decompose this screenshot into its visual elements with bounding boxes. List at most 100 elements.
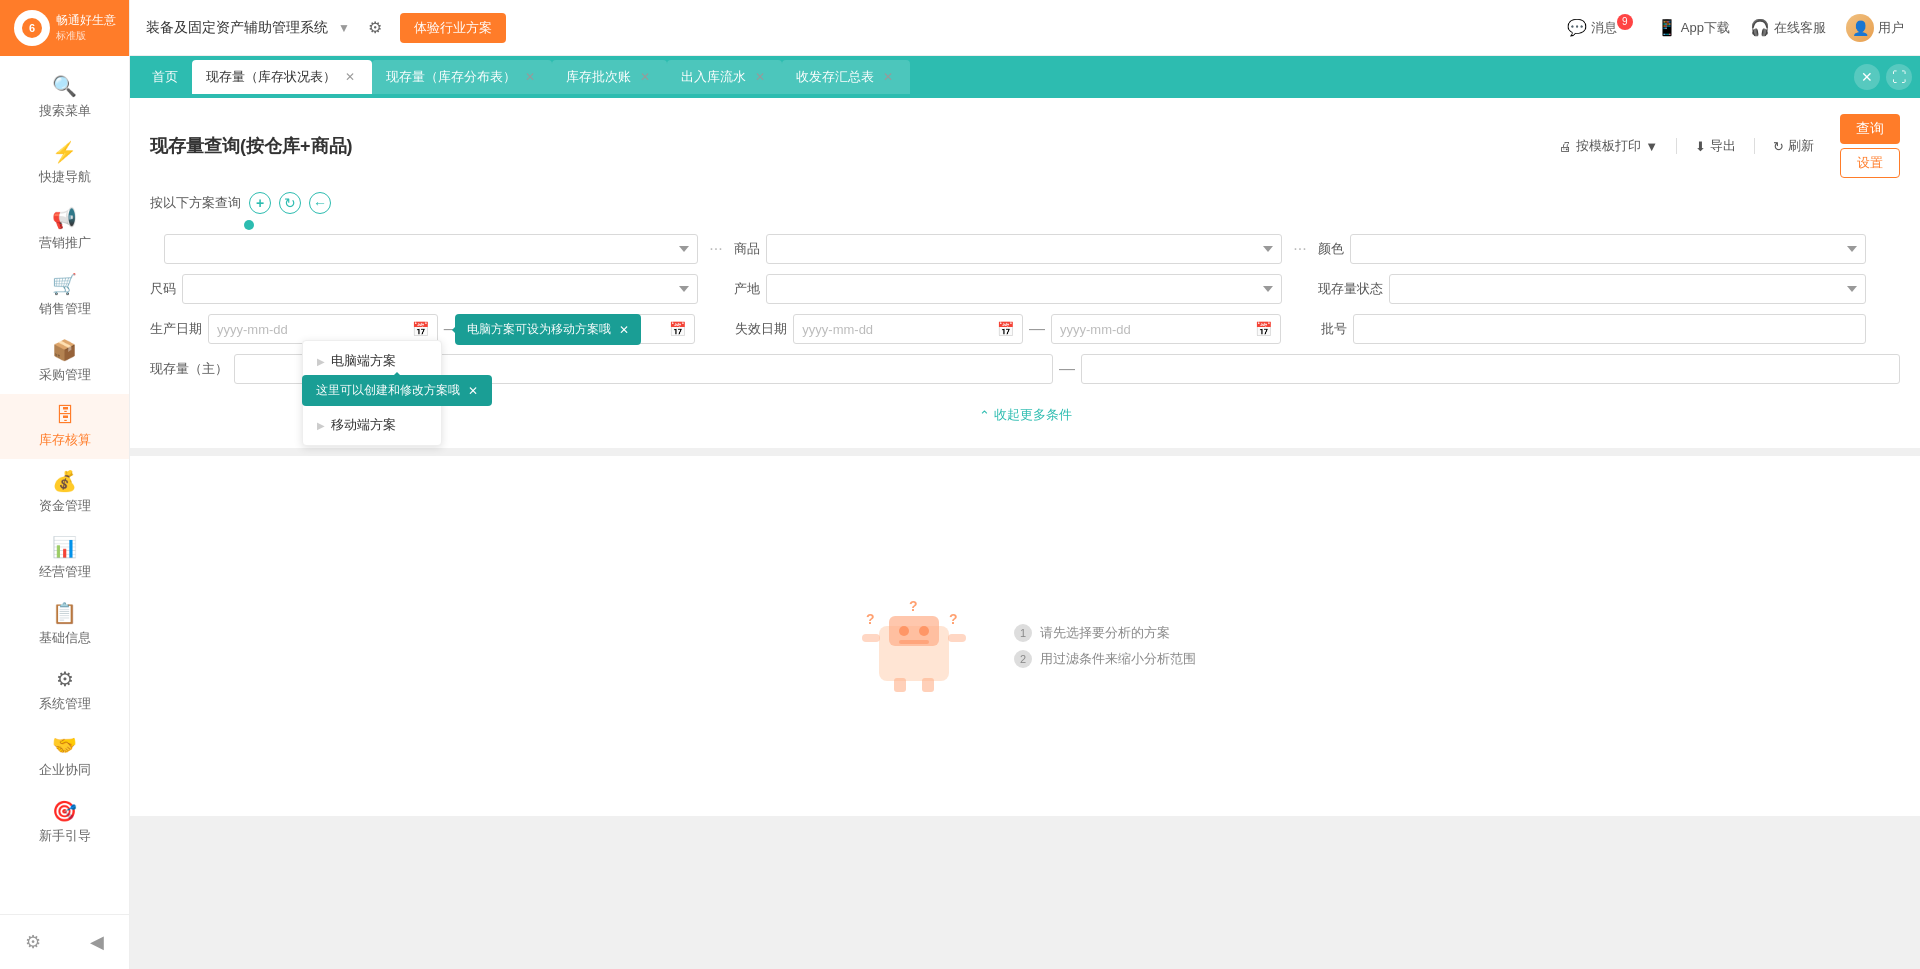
action-divider-1 bbox=[1676, 138, 1677, 154]
sales-icon: 🛒 bbox=[52, 272, 77, 296]
sidebar-item-search[interactable]: 🔍 搜索菜单 bbox=[0, 64, 129, 130]
tab-batch-account[interactable]: 库存批次账 ✕ bbox=[552, 60, 667, 94]
collapse-button[interactable]: ⌃ 收起更多条件 bbox=[979, 406, 1072, 424]
tooltip-create-scheme: 这里可以创建和修改方案哦 ✕ bbox=[302, 375, 492, 406]
svg-rect-9 bbox=[862, 634, 880, 642]
color-label: 颜色 bbox=[1318, 240, 1344, 258]
sidebar-item-finance[interactable]: 💰 资金管理 bbox=[0, 459, 129, 525]
industry-button[interactable]: 体验行业方案 bbox=[400, 13, 506, 43]
tab-inout-flow-close[interactable]: ✕ bbox=[752, 69, 768, 85]
tab-batch-account-close[interactable]: ✕ bbox=[637, 69, 653, 85]
refresh-button[interactable]: ↻ 刷新 bbox=[1765, 133, 1822, 159]
tab-summary-close[interactable]: ✕ bbox=[880, 69, 896, 85]
color-select[interactable] bbox=[1350, 234, 1866, 264]
query-button[interactable]: 查询 bbox=[1840, 114, 1900, 144]
sidebar-item-basic-info-label: 基础信息 bbox=[39, 629, 91, 647]
warehouse-dots[interactable]: ··· bbox=[704, 240, 728, 258]
scheme-desktop[interactable]: ▶ 电脑端方案 bbox=[303, 345, 441, 377]
origin-select[interactable] bbox=[766, 274, 1282, 304]
tab-inventory-dist-close[interactable]: ✕ bbox=[522, 69, 538, 85]
scheme-mobile[interactable]: ▶ 移动端方案 bbox=[303, 409, 441, 441]
user-action[interactable]: 👤 用户 bbox=[1846, 14, 1904, 42]
sidebar-item-marketing[interactable]: 📢 营销推广 bbox=[0, 196, 129, 262]
online-support-action[interactable]: 🎧 在线客服 bbox=[1750, 18, 1826, 37]
sidebar-item-system[interactable]: ⚙ 系统管理 bbox=[0, 657, 129, 723]
stock-status-select[interactable] bbox=[1389, 274, 1866, 304]
tab-inventory-dist[interactable]: 现存量（库存分布表） ✕ bbox=[372, 60, 552, 94]
stock-qty-sep: — bbox=[1059, 360, 1075, 378]
print-button[interactable]: 🖨 按模板打印 ▼ bbox=[1551, 133, 1666, 159]
tooltip1-close[interactable]: ✕ bbox=[619, 323, 629, 337]
calendar-icon-prod-end: 📅 bbox=[669, 321, 686, 337]
expiry-date-end[interactable]: yyyy-mm-dd 📅 bbox=[1051, 314, 1281, 344]
page-title-row: 现存量查询(按仓库+商品) 🖨 按模板打印 ▼ ⬇ 导出 ↻ bbox=[150, 114, 1900, 178]
online-support-label: 在线客服 bbox=[1774, 19, 1826, 37]
filter-field-color: 颜色 bbox=[1318, 234, 1866, 264]
export-button[interactable]: ⬇ 导出 bbox=[1687, 133, 1744, 159]
sidebar-item-operations[interactable]: 📊 经营管理 bbox=[0, 525, 129, 591]
sidebar-item-guide[interactable]: 🎯 新手引导 bbox=[0, 789, 129, 855]
tooltip2-close[interactable]: ✕ bbox=[468, 384, 478, 398]
sidebar-item-purchase[interactable]: 📦 采购管理 bbox=[0, 328, 129, 394]
filter-refresh-button[interactable]: ↻ bbox=[279, 192, 301, 214]
tooltip1-text: 电脑方案可设为移动方案哦 bbox=[467, 321, 611, 338]
tab-inventory-status-close[interactable]: ✕ bbox=[342, 69, 358, 85]
empty-illustration: ? ? ? bbox=[854, 596, 974, 696]
sidebar-item-basic-info[interactable]: 📋 基础信息 bbox=[0, 591, 129, 657]
filter-field-origin: 产地 bbox=[734, 274, 1282, 304]
settings-bottom-btn[interactable]: ⚙ bbox=[19, 925, 47, 959]
sidebar-item-cooperation[interactable]: 🤝 企业协同 bbox=[0, 723, 129, 789]
system-icon: ⚙ bbox=[56, 667, 74, 691]
sidebar-item-system-label: 系统管理 bbox=[39, 695, 91, 713]
empty-step-1: 1 请先选择要分析的方案 bbox=[1014, 624, 1170, 642]
tab-batch-account-label: 库存批次账 bbox=[566, 68, 631, 86]
page-actions: 🖨 按模板打印 ▼ ⬇ 导出 ↻ 刷新 查询 bbox=[1551, 114, 1900, 178]
header-right: 💬 消息 9 📱 App下载 🎧 在线客服 👤 用户 bbox=[1567, 14, 1904, 42]
print-arrow: ▼ bbox=[1645, 139, 1658, 154]
empty-text: 1 请先选择要分析的方案 2 用过滤条件来缩小分析范围 bbox=[1014, 624, 1196, 668]
size-select[interactable] bbox=[182, 274, 698, 304]
date-range-sep-2: — bbox=[1029, 320, 1045, 338]
tab-close-all-btn[interactable]: ✕ bbox=[1854, 64, 1880, 90]
sidebar-item-navigation[interactable]: ⚡ 快捷导航 bbox=[0, 130, 129, 196]
download-icon: 📱 bbox=[1657, 18, 1677, 37]
user-avatar: 👤 bbox=[1846, 14, 1874, 42]
expiry-date-start[interactable]: yyyy-mm-dd 📅 bbox=[793, 314, 1023, 344]
app-download-label: App下载 bbox=[1681, 19, 1730, 37]
tab-home[interactable]: 首页 bbox=[138, 60, 192, 94]
sidebar-nav: 🔍 搜索菜单 ⚡ 快捷导航 📢 营销推广 🛒 销售管理 📦 采购管理 🗄 库存核… bbox=[0, 56, 129, 914]
stock-qty-max[interactable] bbox=[1081, 354, 1900, 384]
expiry-date-end-placeholder: yyyy-mm-dd bbox=[1060, 322, 1131, 337]
sidebar-bottom: ⚙ ◀ bbox=[0, 914, 129, 969]
tab-inventory-status[interactable]: 现存量（库存状况表） ✕ bbox=[192, 60, 372, 94]
support-icon: 🎧 bbox=[1750, 18, 1770, 37]
filter-field-stock-status: 现存量状态 bbox=[1318, 274, 1866, 304]
gear-button[interactable]: ⚙ bbox=[360, 13, 390, 43]
batch-input[interactable] bbox=[1353, 314, 1866, 344]
filter-add-button[interactable]: + bbox=[249, 192, 271, 214]
goods-dots[interactable]: ··· bbox=[1288, 240, 1312, 258]
filter-field-size: 尺码 bbox=[150, 274, 698, 304]
settings-button[interactable]: 设置 bbox=[1840, 148, 1900, 178]
app-download-action[interactable]: 📱 App下载 bbox=[1657, 18, 1730, 37]
origin-label: 产地 bbox=[734, 280, 760, 298]
warehouse-select[interactable] bbox=[164, 234, 698, 264]
collapse-up-icon: ⌃ bbox=[979, 408, 990, 423]
goods-select[interactable] bbox=[766, 234, 1282, 264]
tab-summary[interactable]: 收发存汇总表 ✕ bbox=[782, 60, 910, 94]
tab-inout-flow[interactable]: 出入库流水 ✕ bbox=[667, 60, 782, 94]
mobile-arrow-icon: ▶ bbox=[317, 420, 325, 431]
filter-arrow-button[interactable]: ← bbox=[309, 192, 331, 214]
system-title: 装备及固定资产辅助管理系统 bbox=[146, 19, 328, 37]
collapse-sidebar-btn[interactable]: ◀ bbox=[84, 925, 110, 959]
sidebar-item-inventory[interactable]: 🗄 库存核算 bbox=[0, 394, 129, 459]
notification-action[interactable]: 💬 消息 9 bbox=[1567, 18, 1637, 37]
filter-field-goods: 商品 bbox=[734, 234, 1282, 264]
dot-indicator bbox=[244, 220, 254, 230]
svg-text:6: 6 bbox=[28, 22, 34, 34]
user-avatar-image: 👤 bbox=[1846, 14, 1874, 42]
sidebar-item-sales[interactable]: 🛒 销售管理 bbox=[0, 262, 129, 328]
tab-fullscreen-btn[interactable]: ⛶ bbox=[1886, 64, 1912, 90]
filter-area: 按以下方案查询 + ↻ ← ▶ 电脑端方案 按照品 bbox=[150, 192, 1900, 432]
tab-bar-actions: ✕ ⛶ bbox=[1854, 64, 1912, 90]
